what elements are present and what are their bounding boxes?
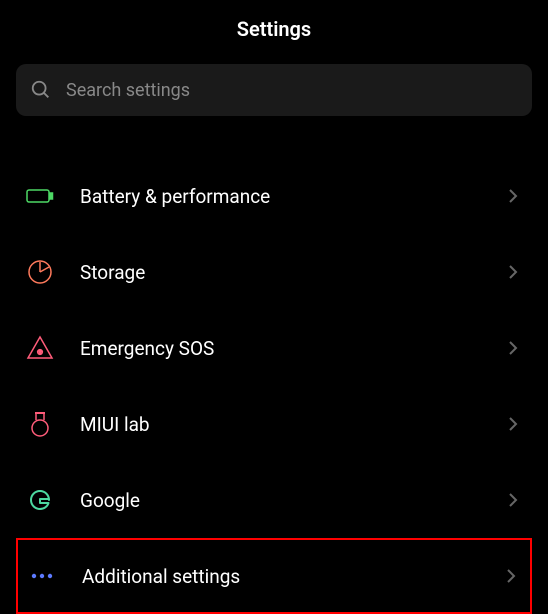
chevron-right-icon	[504, 415, 522, 433]
search-icon	[30, 79, 52, 101]
spacer	[0, 130, 548, 158]
settings-item-google[interactable]: Google	[16, 462, 532, 538]
search-bar[interactable]: Search settings	[16, 64, 532, 116]
search-placeholder: Search settings	[66, 80, 190, 101]
settings-list: Battery & performance Storage	[0, 158, 548, 614]
lab-icon	[26, 410, 54, 438]
settings-item-emergency[interactable]: s Emergency SOS	[16, 310, 532, 386]
item-label: Additional settings	[82, 565, 502, 588]
svg-text:s: s	[39, 350, 42, 356]
chevron-right-icon	[504, 187, 522, 205]
storage-icon	[26, 258, 54, 286]
chevron-right-icon	[504, 263, 522, 281]
chevron-right-icon	[504, 491, 522, 509]
item-label: MIUI lab	[80, 413, 504, 436]
settings-item-storage[interactable]: Storage	[16, 234, 532, 310]
emergency-icon: s	[26, 334, 54, 362]
google-icon	[26, 486, 54, 514]
item-label: Storage	[80, 261, 504, 284]
item-label: Google	[80, 489, 504, 512]
chevron-right-icon	[504, 339, 522, 357]
settings-item-miui-lab[interactable]: MIUI lab	[16, 386, 532, 462]
battery-icon	[26, 182, 54, 210]
settings-item-additional[interactable]: Additional settings	[16, 538, 532, 614]
page-title: Settings	[237, 17, 311, 41]
settings-item-battery[interactable]: Battery & performance	[16, 158, 532, 234]
chevron-right-icon	[502, 567, 520, 585]
header: Settings	[0, 0, 548, 58]
item-label: Battery & performance	[80, 185, 504, 208]
item-label: Emergency SOS	[80, 337, 504, 360]
more-icon	[28, 562, 56, 590]
